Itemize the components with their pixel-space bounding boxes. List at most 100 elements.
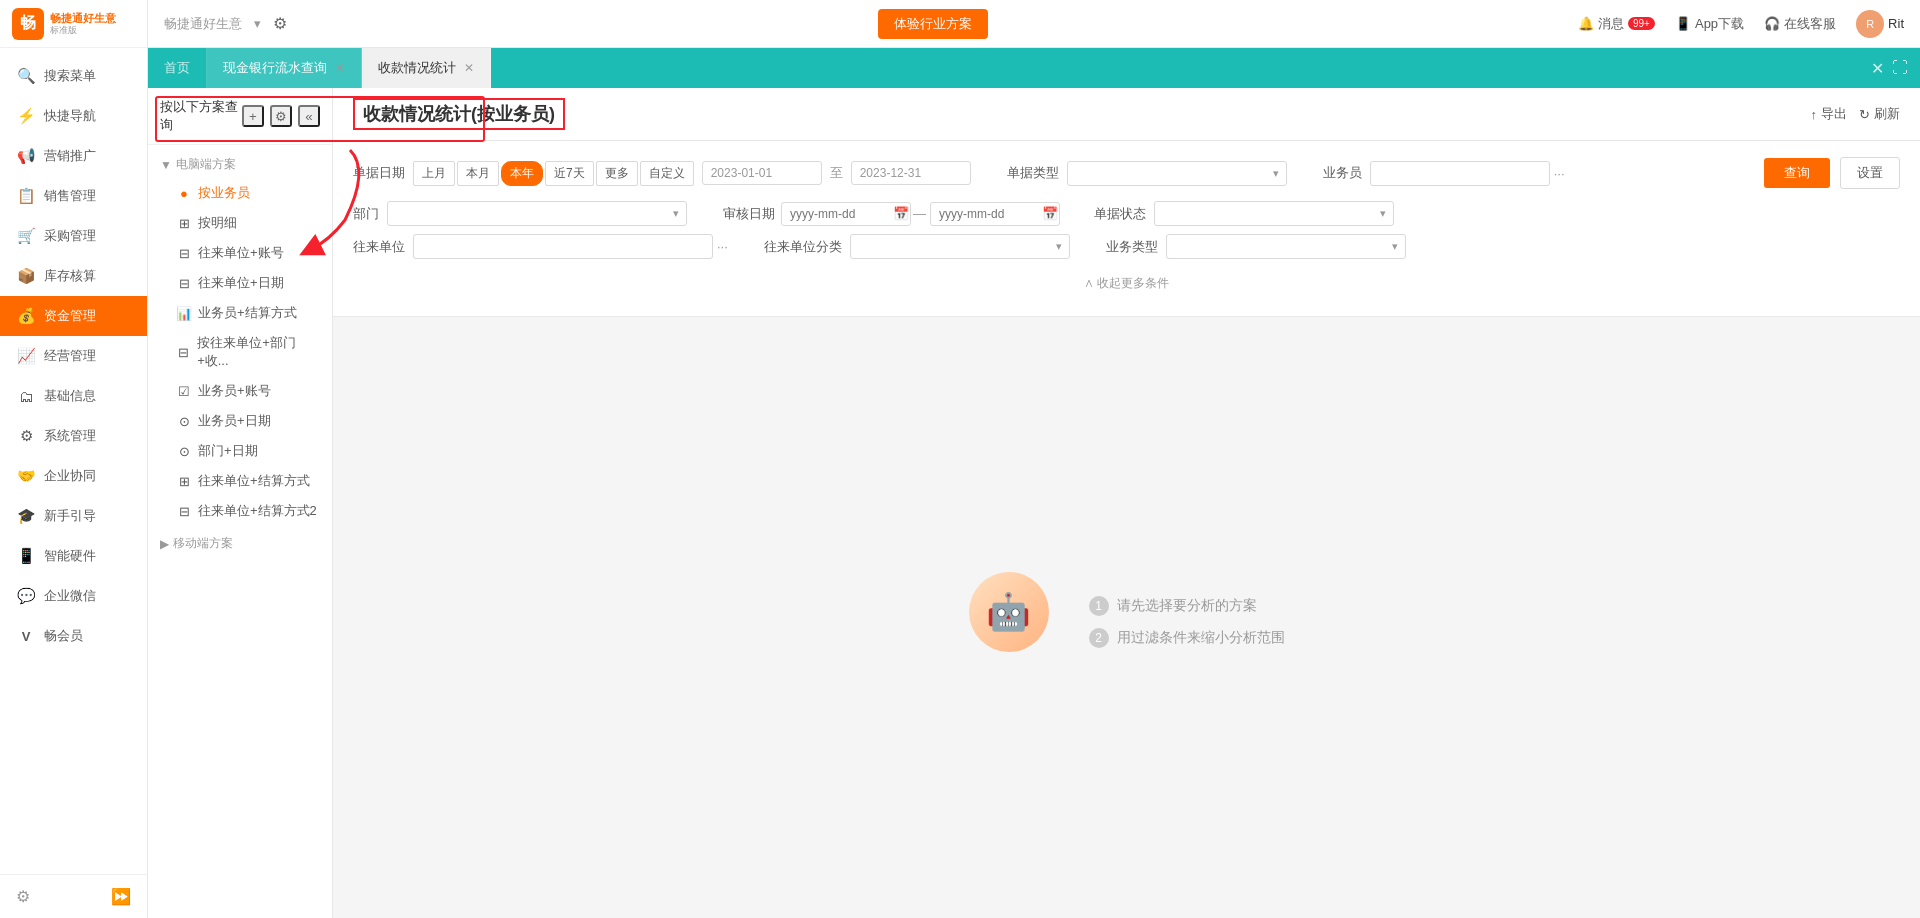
unit-account-icon: ⊟ [176,245,192,261]
sidebar-item-sales[interactable]: 📋 销售管理 [0,176,147,216]
hint-num-2: 2 [1089,628,1109,648]
dept-label: 部门 [353,205,379,223]
query-actions-right: 查询 设置 [1764,157,1900,189]
close-collection-stats-tab[interactable]: ✕ [464,61,474,75]
scheme-unit-settle1[interactable]: ⊞ 往来单位+结算方式 [148,466,332,496]
tab-bar: 首页 现金银行流水查询 ✕ 收款情况统计 ✕ ✕ ⛶ [148,48,1920,88]
hint-text-1: 请先选择要分析的方案 [1117,597,1257,615]
doc-type-select[interactable] [1067,161,1287,186]
sidebar-item-operations[interactable]: 📈 经营管理 [0,336,147,376]
sidebar-item-search[interactable]: 🔍 搜索菜单 [0,56,147,96]
tab-bank-flow[interactable]: 现金银行流水查询 ✕ [207,48,362,88]
sidebar-item-purchase[interactable]: 🛒 采购管理 [0,216,147,256]
hint-1: 1 请先选择要分析的方案 [1089,596,1285,616]
doc-status-select[interactable] [1154,201,1394,226]
mobile-scheme-group[interactable]: ▶ 移动端方案 [148,530,332,557]
scheme-salesperson-account[interactable]: ☑ 业务员+账号 [148,376,332,406]
gear-scheme-button[interactable]: ⚙ [270,105,292,127]
query-button[interactable]: 查询 [1764,158,1830,188]
message-button[interactable]: 🔔 消息 99+ [1578,15,1655,33]
add-scheme-button[interactable]: + [242,105,264,127]
audit-to-input[interactable] [930,202,1060,226]
counterpart-more-icon[interactable]: ··· [717,239,728,254]
sidebar-footer: ⚙ ⏩ [0,874,147,918]
settings-icon[interactable]: ⚙ [16,887,30,906]
date-btn-7days[interactable]: 近7天 [545,161,594,186]
salesperson-input[interactable] [1370,161,1550,186]
scheme-salesperson-date[interactable]: ⊙ 业务员+日期 [148,406,332,436]
sidebar-item-nav[interactable]: ⚡ 快捷导航 [0,96,147,136]
sidebar-menu: 🔍 搜索菜单 ⚡ 快捷导航 📢 营销推广 📋 销售管理 🛒 采购管理 📦 库存核… [0,48,147,874]
audit-from-input[interactable] [781,202,911,226]
dept-select[interactable] [387,201,687,226]
sidebar-item-hardware[interactable]: 📱 智能硬件 [0,536,147,576]
counterpart-input[interactable] [413,234,713,259]
breadcrumb-dropdown[interactable]: ▾ [254,16,261,31]
close-bank-flow-tab[interactable]: ✕ [335,61,345,75]
user-avatar[interactable]: R Rit [1856,10,1904,38]
scheme-dept-date[interactable]: ⊙ 部门+日期 [148,436,332,466]
counterpart-cat-label: 往来单位分类 [764,238,842,256]
date-btn-custom[interactable]: 自定义 [640,161,694,186]
sidebar-item-basic-info[interactable]: 🗂 基础信息 [0,376,147,416]
scheme-unit-account[interactable]: ⊟ 往来单位+账号 [148,238,332,268]
desktop-scheme-group[interactable]: ▼ 电脑端方案 [148,151,332,178]
calendar-icon-2: 📅 [1042,206,1058,221]
sidebar-item-system[interactable]: ⚙ 系统管理 [0,416,147,456]
biz-type-wrapper: ▾ [1166,234,1406,259]
sidebar-item-vip[interactable]: V 畅会员 [0,616,147,656]
sidebar-item-inventory[interactable]: 📦 库存核算 [0,256,147,296]
tab-collection-stats[interactable]: 收款情况统计 ✕ [362,48,491,88]
logo-text: 畅捷通好生意 标准版 [50,11,116,37]
demo-button[interactable]: 体验行业方案 [878,9,988,39]
scheme-unit-dept-collect[interactable]: ⊟ 按往来单位+部门+收... [148,328,332,376]
doc-status-label: 单据状态 [1094,205,1146,223]
expand-icon: ▼ [160,158,172,172]
calendar-icon-1: 📅 [893,206,909,221]
scheme-by-salesperson[interactable]: ● 按业务员 [148,178,332,208]
close-window-icon[interactable]: ✕ [1871,59,1884,78]
salesperson-more-icon[interactable]: ··· [1554,166,1565,181]
collapse-panel-button[interactable]: « [298,105,320,127]
sidebar-item-wechat[interactable]: 💬 企业微信 [0,576,147,616]
scheme-salesperson-settle[interactable]: 📊 业务员+结算方式 [148,298,332,328]
sidebar-item-funds[interactable]: 💰 资金管理 [0,296,147,336]
collapse-sidebar-icon[interactable]: ⏩ [111,887,131,906]
empty-state: 🤖 1 请先选择要分析的方案 2 用过滤条件来缩小分析范围 [969,572,1285,664]
marketing-icon: 📢 [16,146,36,166]
online-service-button[interactable]: 🎧 在线客服 [1764,15,1836,33]
maximize-window-icon[interactable]: ⛶ [1892,59,1908,77]
scheme-by-detail[interactable]: ⊞ 按明细 [148,208,332,238]
sidebar-item-marketing[interactable]: 📢 营销推广 [0,136,147,176]
user-name: Rit [1888,16,1904,31]
basic-info-icon: 🗂 [16,386,36,406]
date-from-input[interactable] [702,161,822,185]
operations-icon: 📈 [16,346,36,366]
biz-type-field: 业务类型 ▾ [1106,234,1406,259]
refresh-button[interactable]: ↻ 刷新 [1859,105,1900,123]
date-btn-more[interactable]: 更多 [596,161,638,186]
app-download-button[interactable]: 📱 App下载 [1675,15,1744,33]
date-btn-last-month[interactable]: 上月 [413,161,455,186]
export-button[interactable]: ↑ 导出 [1811,105,1848,123]
sidebar-item-corp[interactable]: 🤝 企业协同 [0,456,147,496]
header-gear-icon[interactable]: ⚙ [273,14,287,33]
scheme-unit-settle2[interactable]: ⊟ 往来单位+结算方式2 [148,496,332,526]
date-btn-this-month[interactable]: 本月 [457,161,499,186]
scheme-unit-date[interactable]: ⊟ 往来单位+日期 [148,268,332,298]
message-icon: 🔔 [1578,16,1594,31]
search-area: 单据日期 上月 本月 本年 近7天 更多 自定义 至 [333,141,1920,317]
date-to-input[interactable] [851,161,971,185]
sidebar-item-guide[interactable]: 🎓 新手引导 [0,496,147,536]
collapse-bar[interactable]: ∧ 收起更多条件 [353,267,1900,300]
settings-button[interactable]: 设置 [1840,157,1900,189]
hardware-icon: 📱 [16,546,36,566]
counterpart-cat-select[interactable] [850,234,1070,259]
title-actions: ↑ 导出 ↻ 刷新 [1811,105,1901,123]
salesperson-label: 业务员 [1323,164,1362,182]
nav-icon: ⚡ [16,106,36,126]
biz-type-select[interactable] [1166,234,1406,259]
dept-wrapper: ▾ [387,201,687,226]
date-btn-this-year[interactable]: 本年 [501,161,543,186]
tab-home[interactable]: 首页 [148,48,207,88]
